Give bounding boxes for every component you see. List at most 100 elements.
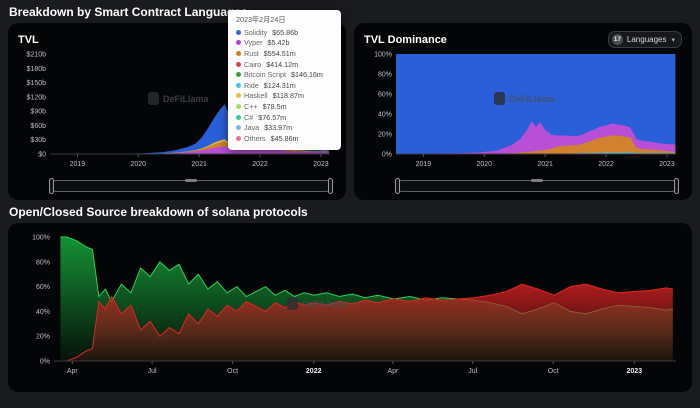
- tooltip-row: Rust $554.51m: [236, 48, 333, 59]
- series-color-dot: [236, 93, 241, 99]
- tooltip-series-label: Ride: [244, 80, 259, 90]
- tooltip-series-value: $146.16m: [290, 70, 323, 80]
- y-axis-tick: 0%: [382, 152, 392, 159]
- y-axis-tick: 0%: [40, 359, 50, 366]
- solana-open-closed-chart[interactable]: 0% 20% 40% 60% 80% 100% Apr Jul Oct 2022 Apr Jul Oct…: [18, 229, 682, 381]
- tooltip-series-value: $5.42b: [267, 38, 290, 48]
- brush-grip[interactable]: [185, 179, 197, 182]
- time-range-brush[interactable]: [395, 178, 679, 194]
- x-axis-tick: 2021: [537, 161, 553, 168]
- tooltip-series-value: $65.86b: [272, 27, 299, 37]
- series-color-dot: [236, 125, 241, 131]
- y-axis-tick: 60%: [36, 284, 50, 291]
- x-axis-tick: 2023: [659, 161, 675, 168]
- tooltip-series-value: $118.87m: [272, 91, 305, 101]
- tooltip-row: Cairo $414.12m: [236, 59, 333, 70]
- y-axis-tick: 100%: [32, 235, 50, 242]
- tooltip-series-value: $124.31m: [263, 80, 296, 90]
- dominance-chart-title: TVL Dominance: [364, 33, 447, 46]
- x-axis-tick: Oct: [548, 368, 559, 375]
- x-axis-tick: 2023: [627, 368, 643, 375]
- brush-handle-left[interactable]: [49, 178, 54, 194]
- languages-dropdown-label: Languages: [626, 35, 667, 44]
- y-axis-tick: 80%: [378, 72, 392, 79]
- tooltip-row: Bitcoin Script $146.16m: [236, 69, 333, 80]
- series-color-dot: [236, 50, 241, 56]
- tooltip-row: Vyper $5.42b: [236, 38, 333, 49]
- tooltip-date: 2023年2月24日: [236, 15, 286, 24]
- brush-handle-left[interactable]: [395, 178, 400, 194]
- series-color-dot: [236, 29, 241, 35]
- tooltip-row: Others $45.86m: [236, 133, 333, 144]
- x-axis-tick: 2019: [70, 161, 86, 168]
- series-color-dot: [236, 72, 241, 78]
- x-axis-tick: 2022: [598, 161, 614, 168]
- x-axis-tick: Oct: [227, 368, 238, 375]
- section-title-solana: Open/Closed Source breakdown of solana p…: [9, 205, 308, 219]
- series-color-dot: [236, 61, 241, 67]
- time-range-brush[interactable]: [49, 178, 333, 194]
- x-axis-tick: Jul: [468, 368, 477, 375]
- dominance-chart-area: 0% 20% 40% 60% 80% 100% 2019 2020 2021 2022 2023 D…: [364, 50, 682, 177]
- tooltip-series-value: $414.12m: [266, 59, 299, 69]
- y-axis-tick: $60b: [30, 123, 46, 130]
- tooltip-rows: Solidity $65.86b Vyper $5.42b Rust $554.…: [236, 27, 333, 144]
- x-axis-tick: Jul: [148, 368, 157, 375]
- tooltip-series-label: C++: [244, 101, 258, 111]
- brush-handle-right[interactable]: [674, 178, 679, 194]
- y-axis-tick: 80%: [36, 259, 50, 266]
- series-color-dot: [236, 103, 241, 109]
- chart-tooltip: 2023年2月24日 Solidity $65.86b Vyper $5.42b: [228, 10, 341, 150]
- series-color-dot: [236, 114, 241, 120]
- x-axis-tick: 2021: [191, 161, 207, 168]
- series-color-dot: [236, 135, 241, 141]
- y-axis-tick: $90b: [30, 109, 46, 116]
- tooltip-series-label: Others: [244, 133, 266, 143]
- brush-handle-right[interactable]: [328, 178, 333, 194]
- x-axis-tick: Apr: [67, 368, 79, 375]
- chevron-down-icon: ▾: [671, 36, 675, 44]
- tooltip-row: Haskell $118.87m: [236, 91, 333, 102]
- y-axis-tick: $210b: [27, 52, 47, 59]
- y-axis-tick: 20%: [378, 132, 392, 139]
- tooltip-series-value: $33.97m: [264, 123, 293, 133]
- tooltip-series-label: Solidity: [244, 27, 268, 37]
- x-axis-tick: 2022: [252, 161, 268, 168]
- tooltip-series-value: $78.5m: [262, 101, 287, 111]
- brush-grip[interactable]: [531, 179, 543, 182]
- y-axis-tick: 40%: [36, 309, 50, 316]
- dominance-card-header: TVL Dominance 17 Languages ▾: [364, 30, 682, 49]
- y-axis-tick: 20%: [36, 334, 50, 341]
- tooltip-series-label: C#: [244, 112, 254, 122]
- y-axis-tick: 60%: [378, 92, 392, 99]
- tooltip-series-label: Rust: [244, 48, 259, 58]
- tooltip-row: C# $76.57m: [236, 112, 333, 123]
- dashboard-page: Breakdown by Smart Contract Languages TV…: [0, 0, 700, 408]
- x-axis-tick: 2020: [476, 161, 492, 168]
- dominance-card: TVL Dominance 17 Languages ▾ 0% 20% 40% 60%…: [354, 23, 692, 200]
- y-axis-tick: $120b: [27, 94, 47, 101]
- y-axis-tick: $180b: [27, 66, 47, 73]
- x-axis-tick: Apr: [387, 368, 399, 375]
- y-axis-tick: $30b: [30, 137, 46, 144]
- tooltip-series-value: $554.51m: [263, 48, 296, 58]
- x-axis-tick: 2023: [313, 161, 329, 168]
- tooltip-series-label: Vyper: [244, 38, 263, 48]
- top-cards-row: TVL 17 Languages ▾ $0 $30b $60b $90b $120b $1…: [0, 23, 700, 200]
- y-axis-tick: $0: [38, 152, 46, 159]
- tooltip-series-value: $76.57m: [258, 112, 287, 122]
- y-axis-tick: $150b: [27, 80, 47, 87]
- languages-dropdown[interactable]: 17 Languages ▾: [607, 31, 682, 48]
- series-color-dot: [236, 82, 241, 88]
- tooltip-series-label: Java: [244, 123, 260, 133]
- solana-card: 0% 20% 40% 60% 80% 100% Apr Jul Oct 2022 Apr Jul Oct…: [8, 223, 692, 392]
- tooltip-series-label: Bitcoin Script: [244, 70, 286, 80]
- tooltip-series-value: $45.86m: [270, 133, 299, 143]
- x-axis-tick: 2022: [306, 368, 322, 375]
- tooltip-series-label: Cairo: [244, 59, 262, 69]
- series-color-dot: [236, 40, 241, 46]
- y-axis-tick: 40%: [378, 112, 392, 119]
- tooltip-row: Solidity $65.86b: [236, 27, 333, 38]
- dominance-stacked-area-chart[interactable]: 0% 20% 40% 60% 80% 100% 2019 2020 2021 2022 2023: [364, 50, 680, 172]
- section-title-languages: Breakdown by Smart Contract Languages: [9, 5, 248, 19]
